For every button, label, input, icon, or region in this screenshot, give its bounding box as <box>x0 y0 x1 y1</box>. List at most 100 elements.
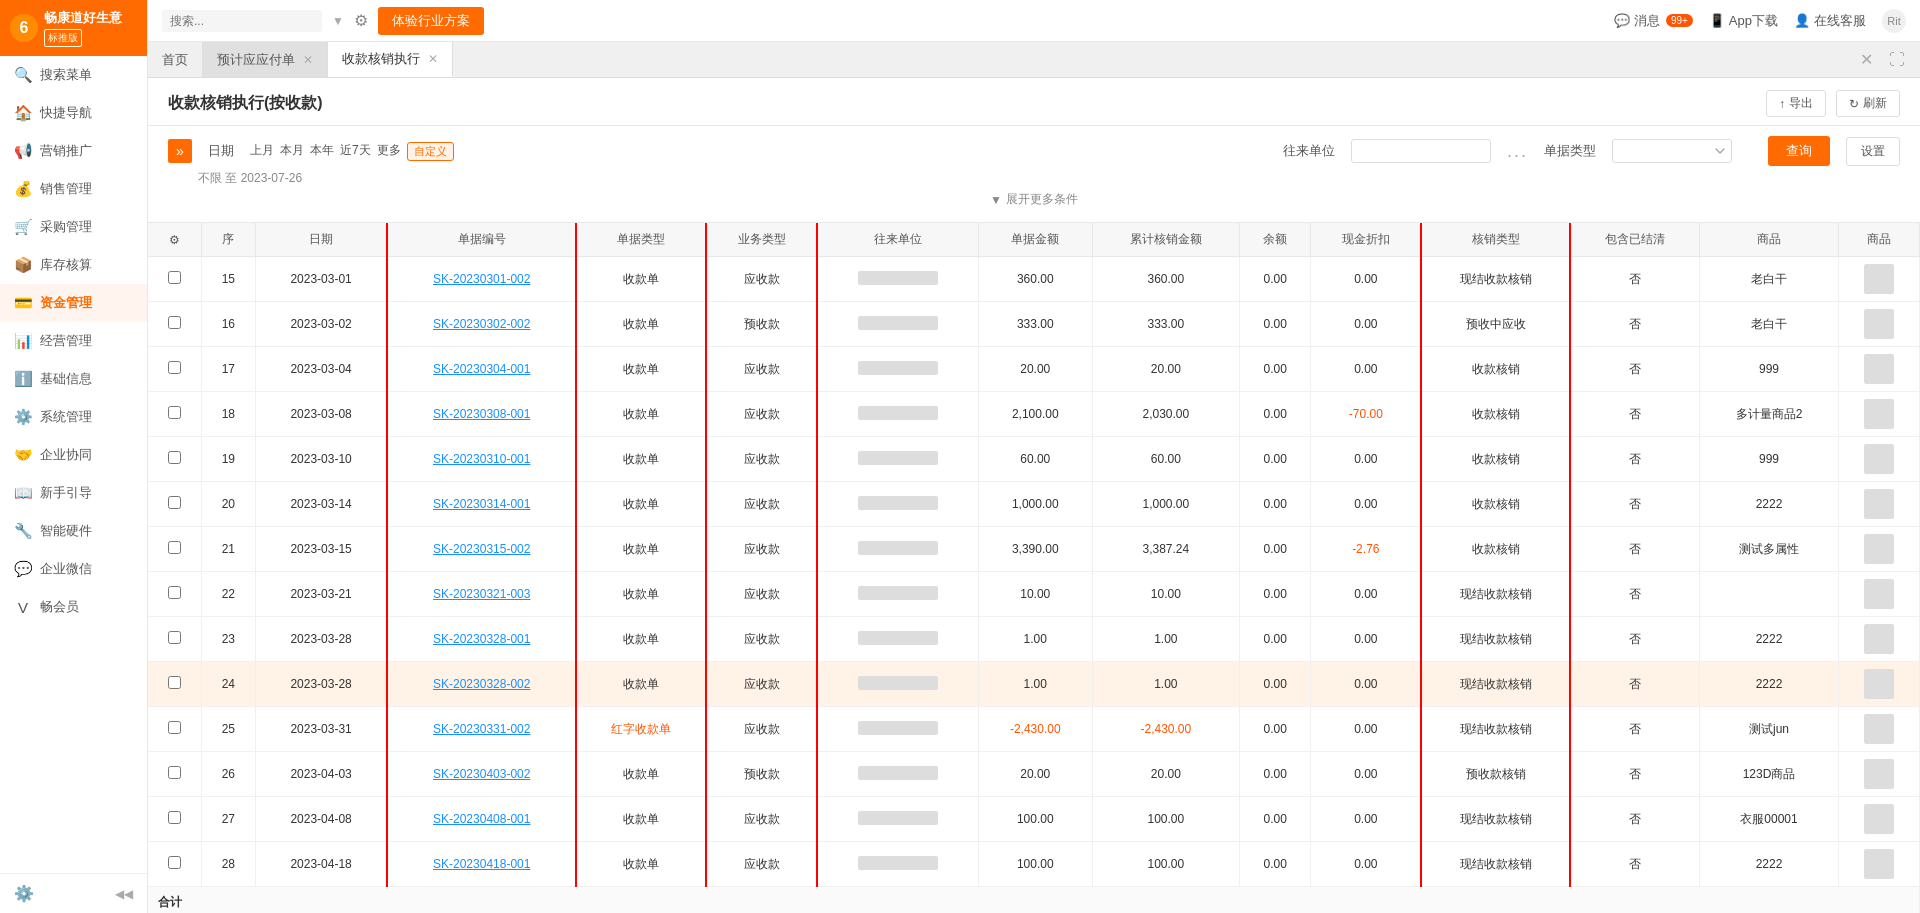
col-no: 序 <box>201 223 255 257</box>
row-checkbox[interactable] <box>148 482 201 527</box>
date-this-year[interactable]: 本年 <box>310 142 334 161</box>
sidebar-item-hardware[interactable]: 🔧 智能硬件 <box>0 512 147 550</box>
sidebar-item-sales[interactable]: 💰 销售管理 <box>0 170 147 208</box>
row-checkbox[interactable] <box>148 257 201 302</box>
table-row[interactable]: 26 2023-04-03 SK-20230403-002 收款单 预收款 20… <box>148 752 1920 797</box>
filter-expand-button[interactable]: » <box>168 139 192 163</box>
bill-no-link[interactable]: SK-20230403-002 <box>433 767 530 781</box>
tab-payable[interactable]: 预计应应付单 ✕ <box>203 42 328 77</box>
export-button[interactable]: ↑ 导出 <box>1766 90 1826 117</box>
row-checkbox[interactable] <box>148 617 201 662</box>
sidebar-item-inventory[interactable]: 📦 库存核算 <box>0 246 147 284</box>
date-more[interactable]: 更多 <box>377 142 401 161</box>
sidebar-item-purchase[interactable]: 🛒 采购管理 <box>0 208 147 246</box>
table-row[interactable]: 28 2023-04-18 SK-20230418-001 收款单 应收款 10… <box>148 842 1920 887</box>
settings-icon[interactable]: ⚙️ <box>14 884 34 903</box>
app-download-item[interactable]: 📱 App下载 <box>1709 12 1778 30</box>
table-row[interactable]: 19 2023-03-10 SK-20230310-001 收款单 应收款 60… <box>148 437 1920 482</box>
bill-no-link[interactable]: SK-20230331-002 <box>433 722 530 736</box>
sidebar-item-quick[interactable]: 🏠 快捷导航 <box>0 94 147 132</box>
page-title: 收款核销执行(按收款) <box>168 93 323 114</box>
table-row[interactable]: 24 2023-03-28 SK-20230328-002 收款单 应收款 1.… <box>148 662 1920 707</box>
sidebar-item-wechat[interactable]: 💬 企业微信 <box>0 550 147 588</box>
custom-date-button[interactable]: 自定义 <box>407 142 454 161</box>
sidebar-item-operation[interactable]: 📊 经营管理 <box>0 322 147 360</box>
row-no: 23 <box>201 617 255 662</box>
row-checkbox[interactable] <box>148 797 201 842</box>
sidebar-item-coop[interactable]: 🤝 企业协同 <box>0 436 147 474</box>
bill-no-link[interactable]: SK-20230302-002 <box>433 317 530 331</box>
sidebar-item-guide[interactable]: 📖 新手引导 <box>0 474 147 512</box>
bill-no-link[interactable]: SK-20230408-001 <box>433 812 530 826</box>
row-checkbox[interactable] <box>148 437 201 482</box>
table-wrap: ⚙ 序 日期 单据编号 单据类型 业务类型 往来单位 单据金额 累计核销金额 余… <box>148 223 1920 913</box>
row-checkbox[interactable] <box>148 302 201 347</box>
collapse-icon[interactable]: ◀◀ <box>115 887 133 901</box>
row-checkbox[interactable] <box>148 752 201 797</box>
date-last-month[interactable]: 上月 <box>250 142 274 161</box>
row-included: 否 <box>1570 617 1699 662</box>
date-this-month[interactable]: 本月 <box>280 142 304 161</box>
table-row[interactable]: 20 2023-03-14 SK-20230314-001 收款单 应收款 1,… <box>148 482 1920 527</box>
table-row[interactable]: 27 2023-04-08 SK-20230408-001 收款单 应收款 10… <box>148 797 1920 842</box>
online-service-item[interactable]: 👤 在线客服 <box>1794 12 1866 30</box>
solution-button[interactable]: 体验行业方案 <box>378 7 484 35</box>
voucher-type-select[interactable] <box>1612 139 1732 163</box>
tab-payable-close[interactable]: ✕ <box>303 53 313 67</box>
bill-no-link[interactable]: SK-20230304-001 <box>433 362 530 376</box>
row-verified: -2,430.00 <box>1092 707 1239 752</box>
table-row[interactable]: 16 2023-03-02 SK-20230302-002 收款单 预收款 33… <box>148 302 1920 347</box>
tab-collection[interactable]: 收款核销执行 ✕ <box>328 42 453 77</box>
notification-item[interactable]: 💬 消息 99+ <box>1614 12 1693 30</box>
tab-maximize-button[interactable]: ⛶ <box>1884 49 1910 71</box>
date-7days[interactable]: 近7天 <box>340 142 371 161</box>
row-checkbox[interactable] <box>148 527 201 572</box>
row-checkbox[interactable] <box>148 662 201 707</box>
bill-no-link[interactable]: SK-20230310-001 <box>433 452 530 466</box>
row-balance: 0.00 <box>1240 662 1311 707</box>
bill-no-link[interactable]: SK-20230308-001 <box>433 407 530 421</box>
sidebar-item-member[interactable]: V 畅会员 <box>0 588 147 626</box>
bill-no-link[interactable]: SK-20230301-002 <box>433 272 530 286</box>
row-goods: 2222 <box>1699 482 1838 527</box>
bill-no-link[interactable]: SK-20230315-002 <box>433 542 530 556</box>
bill-no-link[interactable]: SK-20230418-001 <box>433 857 530 871</box>
row-checkbox[interactable] <box>148 572 201 617</box>
row-bill-type: 收款单 <box>576 662 706 707</box>
sidebar-item-marketing[interactable]: 📢 营销推广 <box>0 132 147 170</box>
table-row[interactable]: 23 2023-03-28 SK-20230328-001 收款单 应收款 1.… <box>148 617 1920 662</box>
col-settings[interactable]: ⚙ <box>148 223 201 257</box>
topbar-search-input[interactable] <box>162 10 322 32</box>
sidebar-item-finance[interactable]: 💳 资金管理 <box>0 284 147 322</box>
row-checkbox[interactable] <box>148 392 201 437</box>
refresh-button[interactable]: ↻ 刷新 <box>1836 90 1900 117</box>
table-row[interactable]: 18 2023-03-08 SK-20230308-001 收款单 应收款 2,… <box>148 392 1920 437</box>
expand-more-link[interactable]: ▼ 展开更多条件 <box>990 191 1078 208</box>
sidebar-item-basic[interactable]: ℹ️ 基础信息 <box>0 360 147 398</box>
user-avatar[interactable]: Rit <box>1882 9 1906 33</box>
bill-no-link[interactable]: SK-20230321-003 <box>433 587 530 601</box>
gear-icon[interactable]: ⚙ <box>354 11 368 30</box>
bill-no-link[interactable]: SK-20230328-001 <box>433 632 530 646</box>
table-row[interactable]: 25 2023-03-31 SK-20230331-002 红字收款单 应收款 … <box>148 707 1920 752</box>
table-row[interactable]: 17 2023-03-04 SK-20230304-001 收款单 应收款 20… <box>148 347 1920 392</box>
table-row[interactable]: 21 2023-03-15 SK-20230315-002 收款单 应收款 3,… <box>148 527 1920 572</box>
row-checkbox[interactable] <box>148 707 201 752</box>
table-row[interactable]: 22 2023-03-21 SK-20230321-003 收款单 应收款 10… <box>148 572 1920 617</box>
tab-collection-close[interactable]: ✕ <box>428 52 438 66</box>
counterpart-input[interactable] <box>1351 139 1491 163</box>
bill-no-link[interactable]: SK-20230314-001 <box>433 497 530 511</box>
query-button[interactable]: 查询 <box>1768 136 1830 166</box>
filter-settings-button[interactable]: 设置 <box>1846 137 1900 166</box>
bill-no-link[interactable]: SK-20230328-002 <box>433 677 530 691</box>
sidebar-item-search[interactable]: 🔍 搜索菜单 <box>0 56 147 94</box>
row-verified: 100.00 <box>1092 842 1239 887</box>
tab-close-button[interactable]: ✕ <box>1855 48 1878 71</box>
row-checkbox[interactable] <box>148 842 201 887</box>
table-row[interactable]: 15 2023-03-01 SK-20230301-002 收款单 应收款 36… <box>148 257 1920 302</box>
row-checkbox[interactable] <box>148 347 201 392</box>
row-counterpart <box>817 752 978 797</box>
tab-home[interactable]: 首页 <box>148 42 203 77</box>
row-date: 2023-04-18 <box>256 842 387 887</box>
sidebar-item-system[interactable]: ⚙️ 系统管理 <box>0 398 147 436</box>
